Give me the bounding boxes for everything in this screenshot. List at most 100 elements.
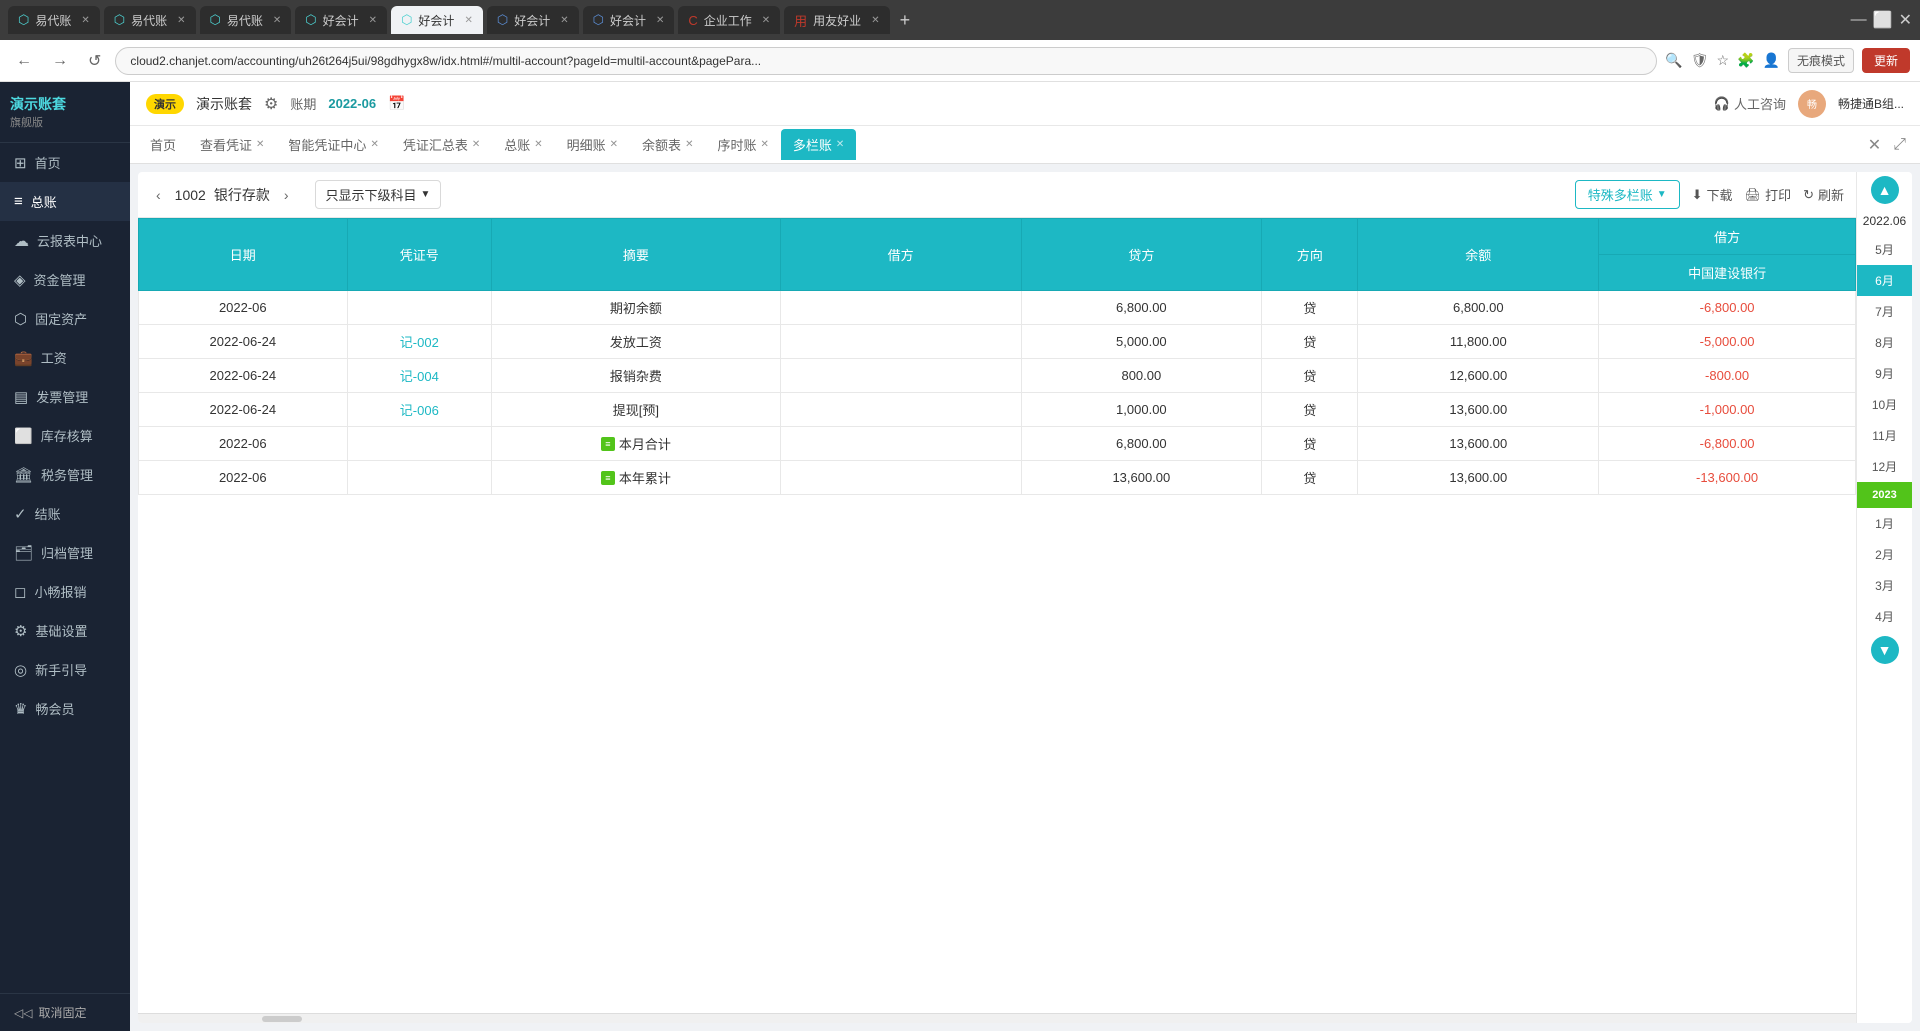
calendar-month-mar2023[interactable]: 3月: [1857, 570, 1912, 601]
browser-tab-7[interactable]: ⬡ 好会计 ✕: [583, 6, 675, 34]
calendar-month-jan2023[interactable]: 1月: [1857, 508, 1912, 539]
browser-tab-4[interactable]: ⬡ 好会计 ✕: [295, 6, 387, 34]
calendar-month-july[interactable]: 7月: [1857, 296, 1912, 327]
calendar-month-october[interactable]: 10月: [1857, 389, 1912, 420]
sidebar-item-guide[interactable]: ◎ 新手引导: [0, 650, 130, 689]
page-tab-vs-close[interactable]: ✕: [472, 139, 480, 150]
calendar-month-apr2023[interactable]: 4月: [1857, 601, 1912, 632]
table-row: 2022-06-24 记-004 报销杂费 800.00 贷 12,600.00…: [139, 359, 1856, 393]
tab-close-2[interactable]: ✕: [177, 15, 185, 26]
sidebar-item-member[interactable]: ♛ 畅会员: [0, 689, 130, 728]
account-settings-icon[interactable]: ⚙: [264, 94, 278, 114]
calendar-icon[interactable]: 📅: [388, 95, 405, 112]
calendar-month-may[interactable]: 5月: [1857, 234, 1912, 265]
sidebar-item-home[interactable]: ⊞ 首页: [0, 143, 130, 182]
page-tab-dl-close[interactable]: ✕: [610, 139, 618, 150]
dropdown-arrow-icon: ▼: [1657, 189, 1667, 200]
tab-close-3[interactable]: ✕: [273, 15, 281, 26]
sidebar-item-expense[interactable]: ◻ 小畅报销: [0, 572, 130, 611]
user-icon[interactable]: 👤: [1763, 52, 1780, 69]
calendar-month-september[interactable]: 9月: [1857, 358, 1912, 389]
maximize-button[interactable]: ⬜: [1873, 10, 1893, 30]
sidebar-item-invoice[interactable]: ▤ 发票管理: [0, 377, 130, 416]
forward-button[interactable]: →: [46, 50, 74, 72]
browser-tab-6[interactable]: ⬡ 好会计 ✕: [487, 6, 579, 34]
next-account-button[interactable]: ›: [278, 185, 295, 205]
minimize-button[interactable]: —: [1851, 11, 1867, 29]
sidebar-item-settings[interactable]: ⚙ 基础设置: [0, 611, 130, 650]
sidebar-item-close-period[interactable]: ✓ 结账: [0, 494, 130, 533]
tab-close-6[interactable]: ✕: [560, 15, 568, 26]
tab-close-7[interactable]: ✕: [656, 15, 664, 26]
horizontal-scrollbar[interactable]: [138, 1013, 1856, 1023]
browser-tab-2[interactable]: ⬡ 易代账 ✕: [104, 6, 196, 34]
page-tab-smart-close[interactable]: ✕: [370, 139, 378, 150]
consult-button[interactable]: 🎧 人工咨询: [1714, 94, 1786, 113]
calendar-month-august[interactable]: 8月: [1857, 327, 1912, 358]
browser-tab-3[interactable]: ⬡ 易代账 ✕: [200, 6, 292, 34]
extensions-icon[interactable]: 🧩: [1737, 52, 1754, 69]
voucher-link[interactable]: 记-002: [400, 335, 439, 350]
reload-button[interactable]: ↺: [82, 49, 107, 73]
tab-close-8[interactable]: ✕: [762, 15, 770, 26]
sidebar-item-tax[interactable]: 🏛 税务管理: [0, 455, 130, 494]
sidebar-item-payroll[interactable]: 💼 工资: [0, 338, 130, 377]
sidebar-item-funds[interactable]: ◈ 资金管理: [0, 260, 130, 299]
page-tab-multi-column[interactable]: 多栏账 ✕: [781, 129, 856, 160]
star-icon[interactable]: ☆: [1717, 52, 1730, 69]
sidebar-item-inventory[interactable]: ⬜ 库存核算: [0, 416, 130, 455]
url-input[interactable]: [115, 47, 1657, 75]
tab-close-1[interactable]: ✕: [81, 15, 89, 26]
calendar-month-november[interactable]: 11月: [1857, 420, 1912, 451]
prev-account-button[interactable]: ‹: [150, 185, 167, 205]
print-button[interactable]: 🖨 打印: [1745, 185, 1792, 204]
page-tab-mc-close[interactable]: ✕: [836, 139, 844, 150]
sidebar-item-cloud-reports[interactable]: ☁ 云报表中心: [0, 221, 130, 260]
voucher-link[interactable]: 记-004: [400, 369, 439, 384]
calendar-month-december[interactable]: 12月: [1857, 451, 1912, 482]
search-icon[interactable]: 🔍: [1665, 52, 1682, 69]
shield-icon[interactable]: 🛡: [1691, 52, 1709, 69]
page-tab-voucher[interactable]: 查看凭证 ✕: [188, 129, 276, 160]
browser-tab-9[interactable]: 用 用友好业 ✕: [784, 6, 889, 34]
sidebar-item-ledger[interactable]: ≡ 总账: [0, 182, 130, 221]
filter-dropdown[interactable]: 只显示下级科目 ▼: [315, 180, 442, 209]
close-window-button[interactable]: ✕: [1899, 10, 1912, 30]
page-tab-sequence[interactable]: 序时账 ✕: [705, 129, 780, 160]
tab-close-5[interactable]: ✕: [464, 15, 472, 26]
back-button[interactable]: ←: [10, 50, 38, 72]
page-tab-balance-close[interactable]: ✕: [685, 139, 693, 150]
refresh-button[interactable]: ↻ 刷新: [1803, 185, 1844, 204]
page-tab-home[interactable]: 首页: [138, 129, 188, 160]
calendar-up-button[interactable]: ▲: [1871, 176, 1899, 204]
tab-close-9[interactable]: ✕: [871, 15, 879, 26]
browser-tab-8[interactable]: C 企业工作 ✕: [678, 6, 780, 34]
page-tab-gl-close[interactable]: ✕: [534, 139, 542, 150]
tab-close-4[interactable]: ✕: [369, 15, 377, 26]
browser-tab-5[interactable]: ⬡ 好会计 ✕: [391, 6, 483, 34]
page-tab-detail-ledger[interactable]: 明细账 ✕: [555, 129, 630, 160]
page-tab-general-ledger[interactable]: 总账 ✕: [492, 129, 554, 160]
download-button[interactable]: ⬇ 下载: [1692, 185, 1733, 204]
page-tab-smart-voucher[interactable]: 智能凭证中心 ✕: [276, 129, 390, 160]
multi-column-button[interactable]: 特殊多栏账 ▼: [1575, 180, 1680, 209]
expand-tab-action[interactable]: ⤢: [1887, 132, 1912, 158]
sidebar-item-archive[interactable]: 🗂 归档管理: [0, 533, 130, 572]
unpin-button[interactable]: ◁◁ 取消固定: [0, 993, 130, 1031]
scrollbar-thumb[interactable]: [262, 1016, 302, 1022]
voucher-link[interactable]: 记-006: [400, 403, 439, 418]
calendar-month-feb2023[interactable]: 2月: [1857, 539, 1912, 570]
new-tab-button[interactable]: +: [894, 10, 917, 31]
close-tab-action[interactable]: ✕: [1862, 131, 1887, 159]
page-tab-voucher-summary[interactable]: 凭证汇总表 ✕: [391, 129, 492, 160]
sidebar-item-fixed-assets[interactable]: ⬡ 固定资产: [0, 299, 130, 338]
page-tab-voucher-close[interactable]: ✕: [256, 139, 264, 150]
cell-date: 2022-06-24: [139, 359, 348, 393]
browser-tab-1[interactable]: ⬡ 易代账 ✕: [8, 6, 100, 34]
update-button[interactable]: 更新: [1862, 48, 1910, 73]
calendar-down-button[interactable]: ▼: [1871, 636, 1899, 664]
stealth-mode-button[interactable]: 无痕模式: [1788, 48, 1854, 73]
calendar-month-june[interactable]: 6月: [1857, 265, 1912, 296]
page-tab-balance[interactable]: 余额表 ✕: [630, 129, 705, 160]
page-tab-seq-close[interactable]: ✕: [760, 139, 768, 150]
